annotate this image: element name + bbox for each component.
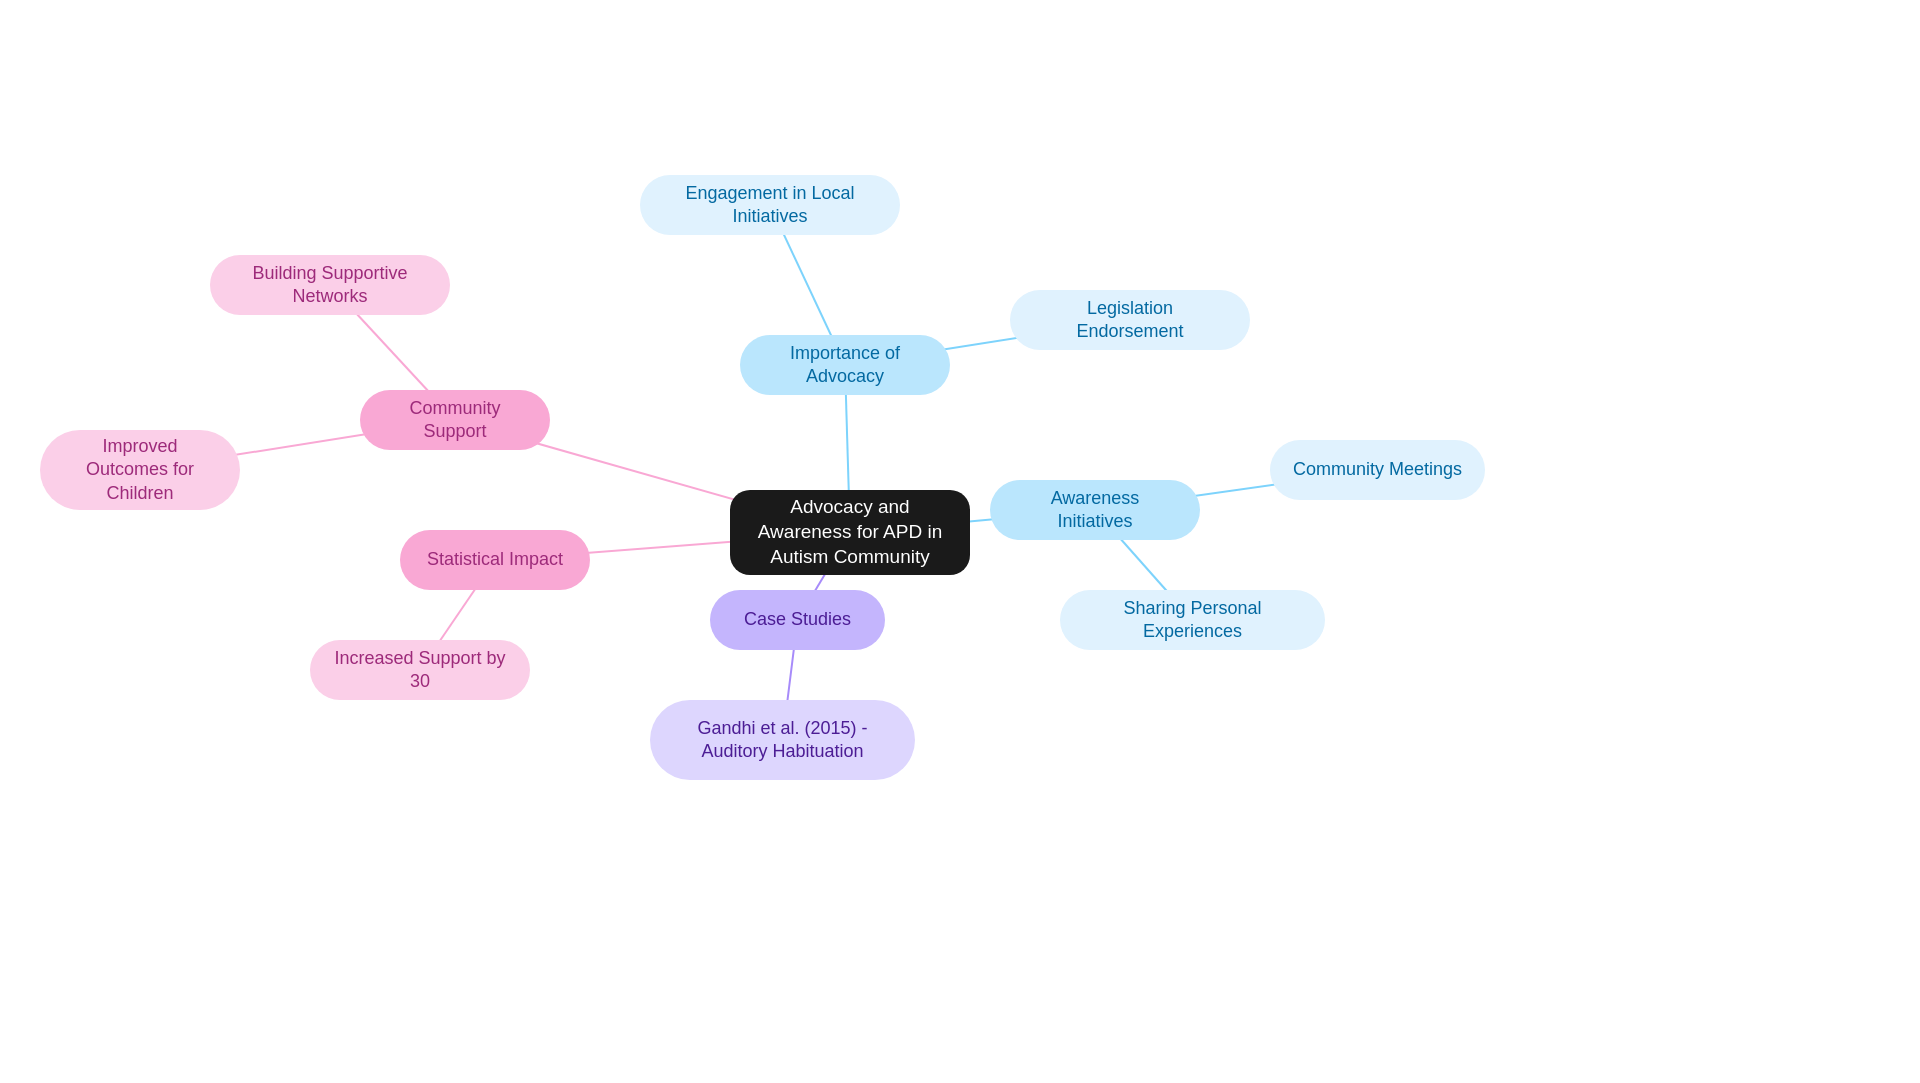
node-engagement-local: Engagement in Local Initiatives [640,175,900,235]
node-increased-support: Increased Support by 30 [310,640,530,700]
node-legislation: Legislation Endorsement [1010,290,1250,350]
node-building-networks: Building Supportive Networks [210,255,450,315]
node-gandhi: Gandhi et al. (2015) - Auditory Habituat… [650,700,915,780]
node-community-meetings: Community Meetings [1270,440,1485,500]
node-sharing-experiences: Sharing Personal Experiences [1060,590,1325,650]
center-node: Advocacy and Awareness for APD in Autism… [730,490,970,575]
node-importance-advocacy: Importance of Advocacy [740,335,950,395]
node-community-support: Community Support [360,390,550,450]
node-statistical-impact: Statistical Impact [400,530,590,590]
mind-map: Advocacy and Awareness for APD in Autism… [0,0,1920,1083]
node-awareness-initiatives: Awareness Initiatives [990,480,1200,540]
node-case-studies: Case Studies [710,590,885,650]
node-improved-outcomes: Improved Outcomes for Children [40,430,240,510]
